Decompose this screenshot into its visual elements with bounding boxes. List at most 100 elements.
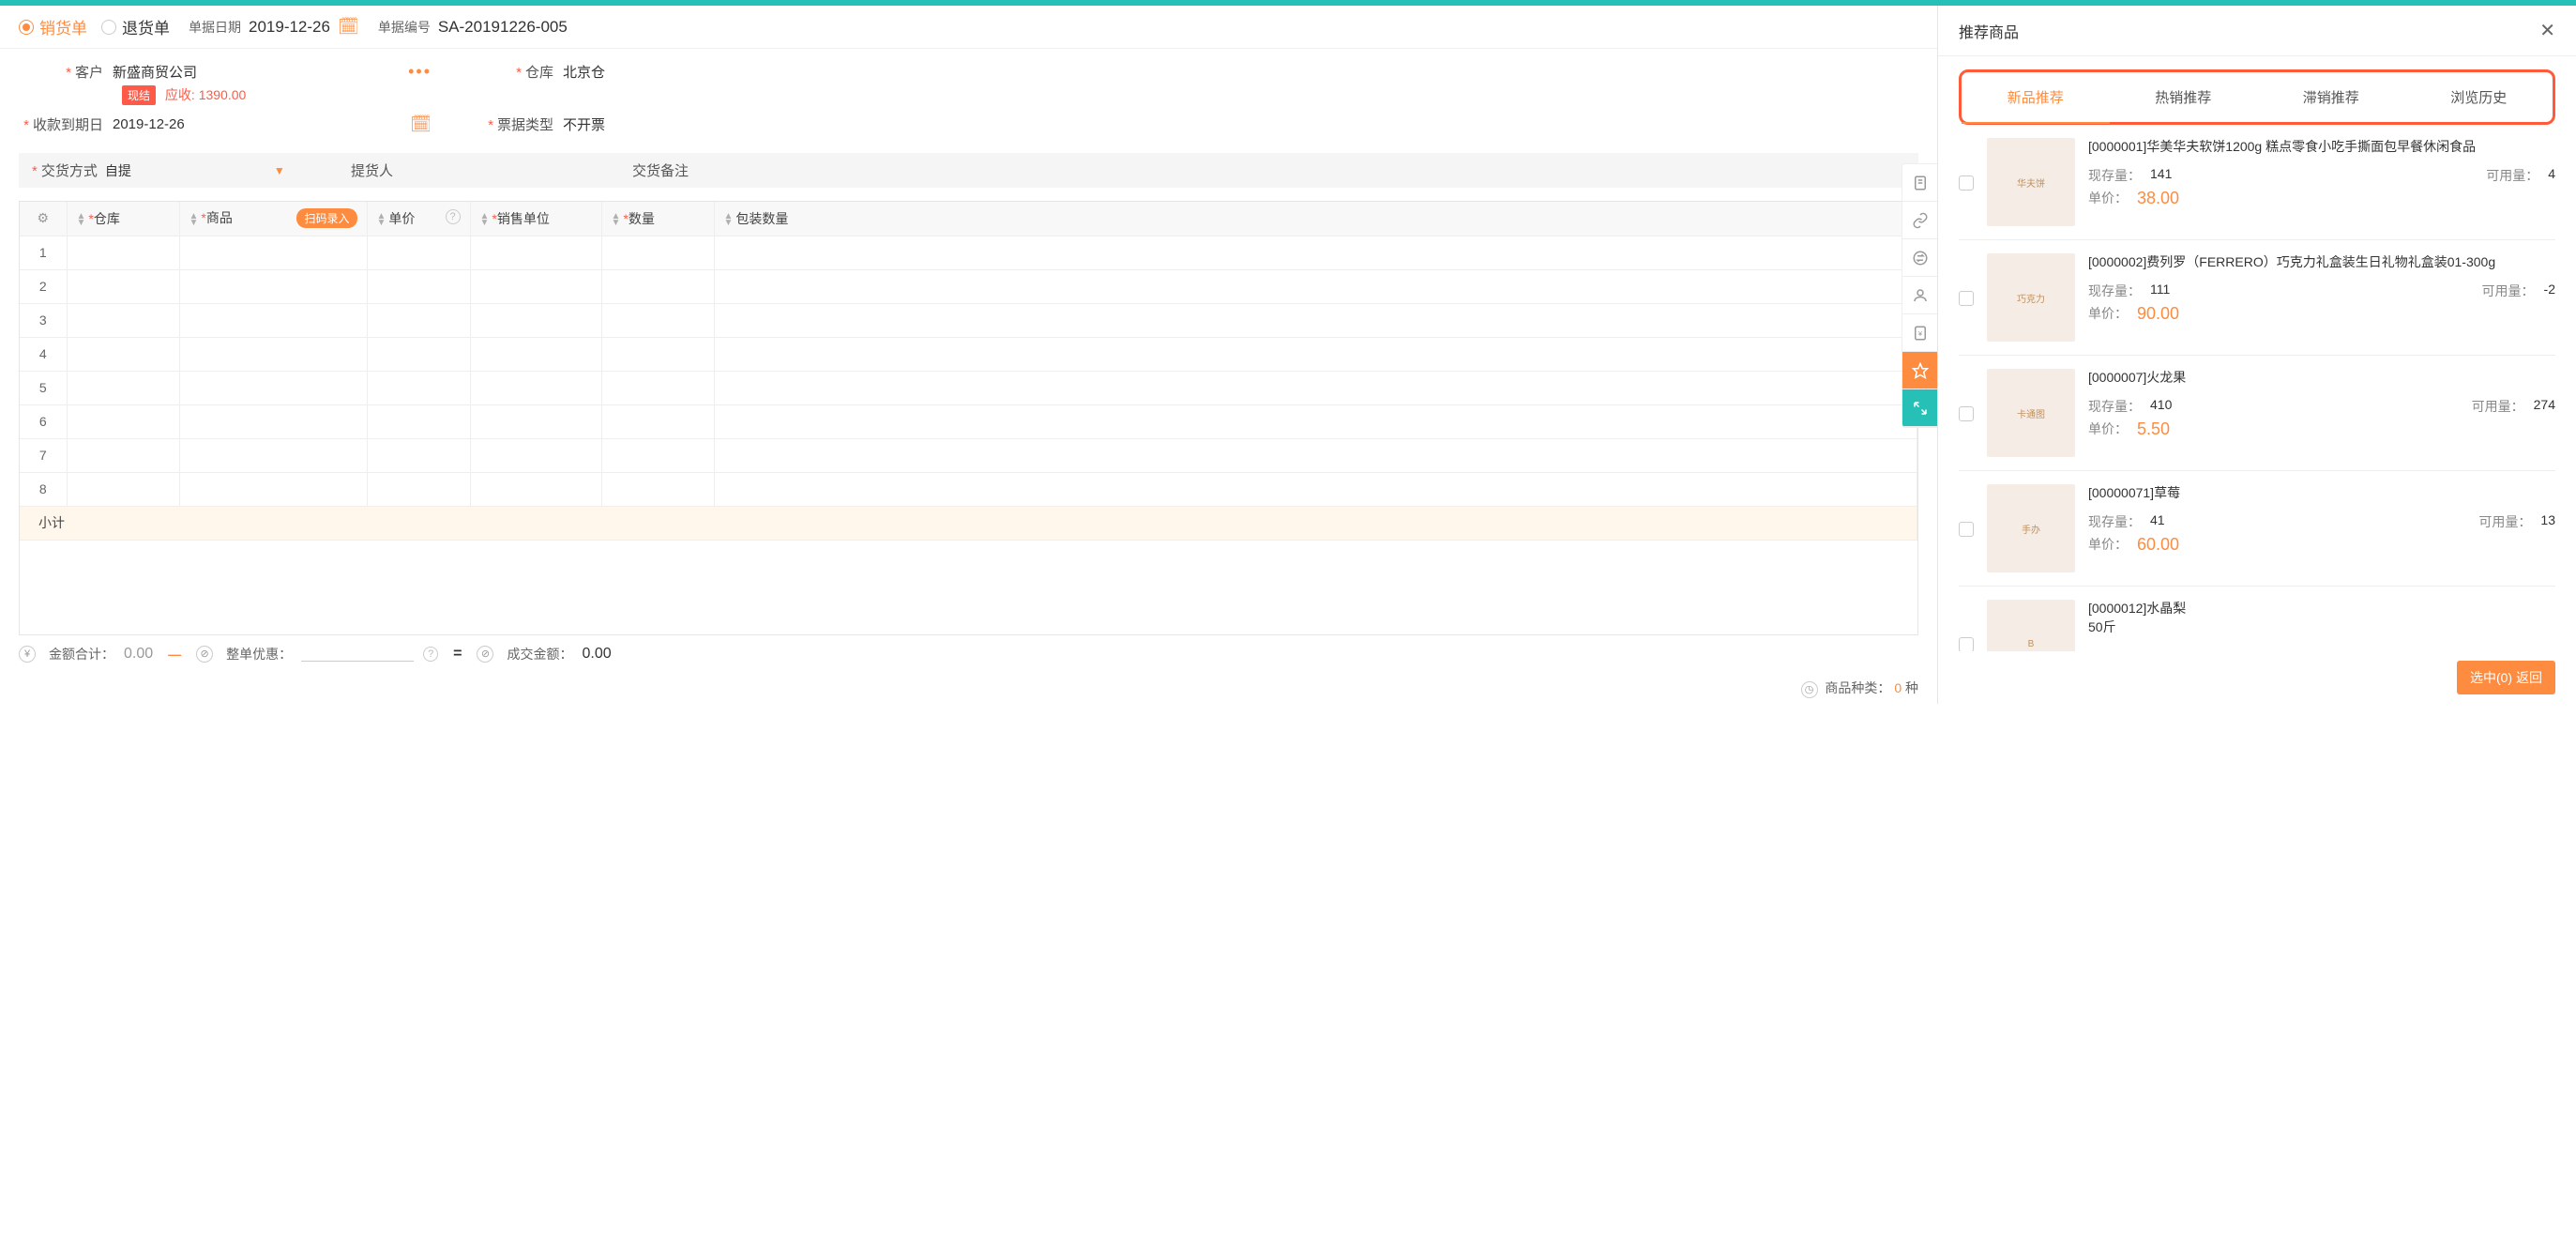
- tab-new[interactable]: 新品推荐: [1962, 72, 2110, 124]
- duedate-label: 收款到期日: [19, 114, 113, 134]
- product-checkbox[interactable]: [1959, 522, 1974, 537]
- product-types-suffix: 种: [1905, 680, 1918, 695]
- person-icon[interactable]: [1902, 277, 1937, 314]
- stock-value: 410: [2150, 397, 2172, 416]
- product-name: [0000007]火龙果: [2088, 369, 2555, 388]
- row-number: 1: [20, 236, 67, 269]
- price-value: 38.00: [2137, 189, 2179, 208]
- calendar-icon[interactable]: 🗓: [338, 17, 359, 37]
- chevron-down-icon[interactable]: ▼: [274, 164, 285, 177]
- types-icon: ◷: [1801, 681, 1818, 698]
- swap-icon[interactable]: [1902, 239, 1937, 277]
- product-image: B: [1987, 600, 2075, 651]
- expand-icon[interactable]: [1902, 389, 1937, 427]
- customer-value[interactable]: 新盛商贸公司: [113, 62, 197, 82]
- discount-icon: ⊘: [196, 646, 213, 663]
- duedate-calendar-icon[interactable]: 🗓: [410, 114, 432, 134]
- table-row[interactable]: 6: [20, 404, 1917, 438]
- stock-label: 现存量：: [2088, 282, 2141, 300]
- receivable-label: 应收:: [165, 87, 199, 102]
- discount-label: 整单优惠：: [226, 645, 292, 663]
- product-checkbox[interactable]: [1959, 406, 1974, 421]
- subtotal-label: 小计: [20, 506, 1917, 540]
- row-number: 2: [20, 269, 67, 303]
- col-pack-qty[interactable]: 包装数量: [735, 211, 788, 226]
- table-row[interactable]: 7: [20, 438, 1917, 472]
- avail-value: 13: [2540, 512, 2555, 531]
- radio-return-order[interactable]: 退货单: [101, 15, 170, 38]
- row-number: 5: [20, 371, 67, 404]
- yen-doc-icon[interactable]: ¥: [1902, 314, 1937, 352]
- scan-input-badge[interactable]: 扫码录入: [296, 208, 356, 228]
- stock-value: 111: [2150, 282, 2170, 300]
- discount-help-icon[interactable]: ?: [423, 647, 438, 662]
- star-icon[interactable]: [1902, 352, 1937, 389]
- rec-panel-title: 推荐商品: [1959, 20, 2019, 42]
- link-icon[interactable]: [1902, 202, 1937, 239]
- stock-label: 现存量：: [2088, 166, 2141, 185]
- avail-value: -2: [2544, 282, 2555, 300]
- gear-icon[interactable]: ⚙: [37, 210, 49, 225]
- duedate-value[interactable]: 2019-12-26: [113, 116, 185, 132]
- warehouse-value[interactable]: 北京仓: [563, 62, 605, 82]
- deal-amount-label: 成交金额：: [507, 645, 572, 663]
- total-amount-label: 金额合计：: [49, 645, 114, 663]
- equals-icon: =: [453, 646, 462, 663]
- tab-history[interactable]: 浏览历史: [2405, 72, 2553, 122]
- table-row[interactable]: 4: [20, 337, 1917, 371]
- col-quantity[interactable]: 数量: [629, 211, 655, 226]
- product-checkbox[interactable]: [1959, 175, 1974, 191]
- product-item: 巧克力[0000002]费列罗（FERRERO）巧克力礼盒装生日礼物礼盒装01-…: [1959, 240, 2555, 356]
- delivery-note-label: 交货备注: [632, 160, 696, 180]
- avail-value: 4: [2548, 166, 2555, 185]
- radio-sales-label: 销货单: [39, 15, 87, 38]
- price-value: 90.00: [2137, 304, 2179, 324]
- product-checkbox[interactable]: [1959, 637, 1974, 651]
- doc-no-label: 单据编号: [378, 18, 431, 37]
- customer-picker-icon[interactable]: •••: [408, 62, 432, 82]
- table-row[interactable]: 3: [20, 303, 1917, 337]
- radio-sales-order[interactable]: 销货单: [19, 15, 87, 38]
- price-value: 60.00: [2137, 535, 2179, 555]
- notepad-icon[interactable]: [1902, 164, 1937, 202]
- deal-icon: ⊘: [477, 646, 493, 663]
- close-icon[interactable]: ✕: [2539, 19, 2555, 42]
- selected-back-button[interactable]: 选中(0) 返回: [2457, 661, 2555, 694]
- tab-slow[interactable]: 滞销推荐: [2257, 72, 2405, 122]
- price-label: 单价：: [2088, 304, 2128, 324]
- col-unit-price[interactable]: 单价: [388, 211, 415, 226]
- table-row[interactable]: 2: [20, 269, 1917, 303]
- tab-hot[interactable]: 热销推荐: [2110, 72, 2258, 122]
- row-number: 7: [20, 438, 67, 472]
- customer-label: 客户: [19, 62, 113, 82]
- doc-date-value[interactable]: 2019-12-26: [249, 18, 330, 37]
- product-image: 手办: [1987, 484, 2075, 572]
- pickup-person-label: 提货人: [351, 160, 401, 180]
- col-warehouse[interactable]: 仓库: [94, 211, 120, 226]
- avail-value: 274: [2534, 397, 2555, 416]
- avail-label: 可用量：: [2482, 282, 2535, 300]
- row-number: 3: [20, 303, 67, 337]
- row-number: 4: [20, 337, 67, 371]
- stock-value: 41: [2150, 512, 2165, 531]
- table-row[interactable]: 8: [20, 472, 1917, 506]
- svg-text:¥: ¥: [1917, 329, 1922, 338]
- product-item: B[0000012]水晶梨50斤: [1959, 587, 2555, 651]
- avail-label: 可用量：: [2478, 512, 2531, 531]
- price-label: 单价：: [2088, 189, 2128, 208]
- stock-label: 现存量：: [2088, 397, 2141, 416]
- help-icon[interactable]: ?: [446, 209, 461, 224]
- col-product[interactable]: 商品: [206, 210, 233, 225]
- invoice-label: 票据类型: [469, 114, 563, 134]
- product-checkbox[interactable]: [1959, 291, 1974, 306]
- discount-input[interactable]: [301, 647, 414, 662]
- settle-badge: 现结: [122, 85, 156, 105]
- col-sales-unit[interactable]: 销售单位: [497, 211, 550, 226]
- avail-label: 可用量：: [2472, 397, 2524, 416]
- table-row[interactable]: 5: [20, 371, 1917, 404]
- yen-icon: ¥: [19, 646, 36, 663]
- invoice-value[interactable]: 不开票: [563, 114, 605, 134]
- doc-date-label: 单据日期: [189, 18, 241, 37]
- table-row[interactable]: 1: [20, 236, 1917, 269]
- delivery-method-value[interactable]: 自提: [105, 161, 236, 180]
